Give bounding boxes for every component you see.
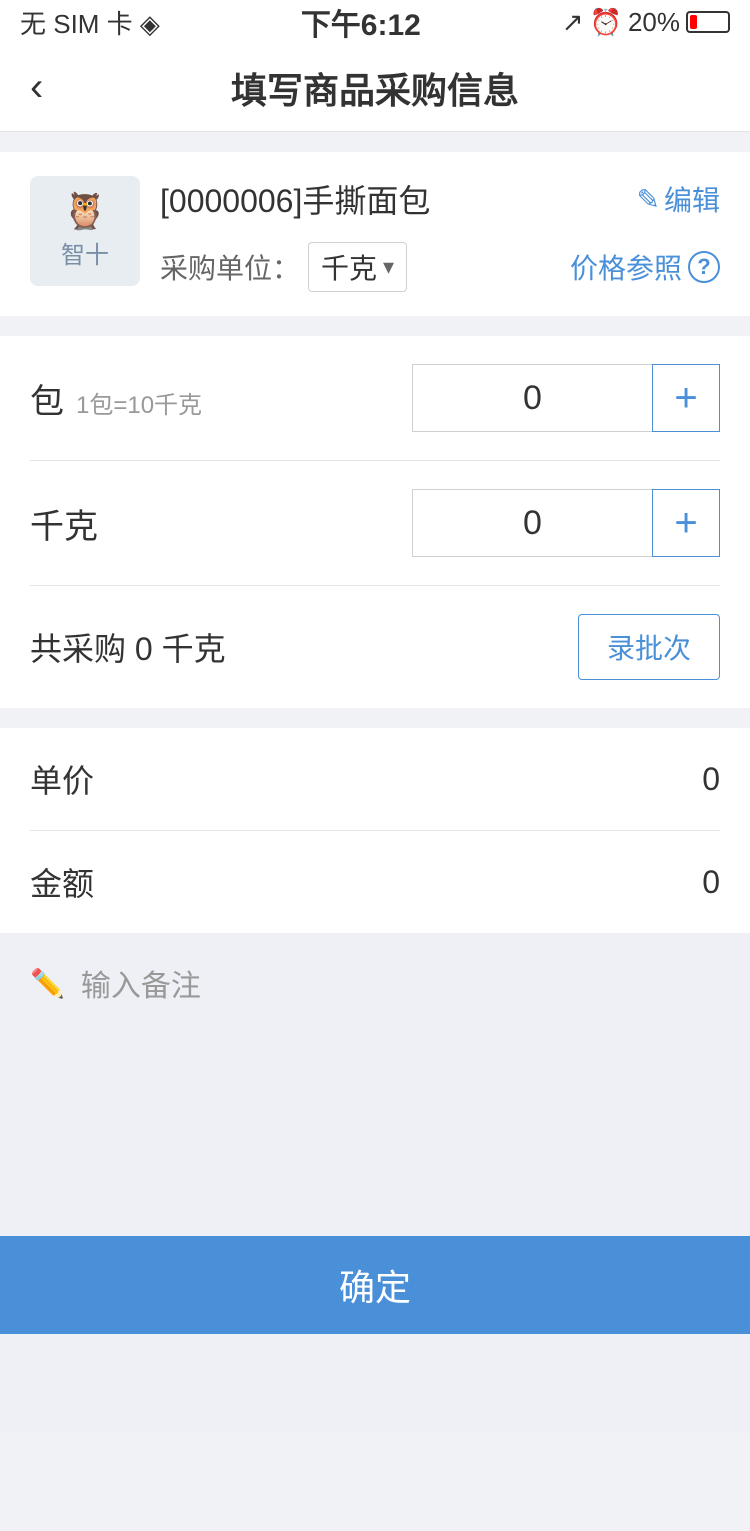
unit-price-row: 单价 0 [0,728,750,830]
package-qty-input[interactable] [412,364,652,432]
amount-label: 金额 [30,859,94,905]
kg-label: 千克 [30,499,98,548]
edit-icon: ✎ [637,183,660,216]
unit-label: 采购单位： [160,247,300,287]
product-info: [0000006]手撕面包 ✎ 编辑 采购单位： 千克 ▾ 价格参照 ? [160,176,720,292]
nav-bar: ‹ 填写商品采购信息 [0,44,750,132]
record-batch-button[interactable]: 录批次 [578,614,720,680]
kg-input-control: + [412,489,720,557]
alarm-icon: ⏰ [590,7,622,38]
kg-qty-input[interactable] [412,489,652,557]
product-full-name: [0000006]手撕面包 [160,176,430,222]
status-bar: 无 SIM 卡 ◈ 下午6:12 ↗ ⏰ 20% [0,0,750,44]
dropdown-icon: ▾ [383,254,394,280]
package-row: 包 1包=10千克 + [0,336,750,460]
battery-icon [686,11,730,33]
edit-button[interactable]: ✎ 编辑 [637,179,720,219]
kg-plus-button[interactable]: + [652,489,720,557]
product-card: 🦉智十 [0000006]手撕面包 ✎ 编辑 采购单位： 千克 ▾ [0,152,750,316]
package-input-control: + [412,364,720,432]
price-section: 单价 0 金额 0 [0,728,750,933]
back-button[interactable]: ‹ [20,55,53,120]
top-separator [0,132,750,152]
confirm-bar[interactable]: 确定 [0,1236,750,1334]
confirm-button-label: 确定 [339,1259,411,1311]
unit-price-label: 单价 [30,756,94,802]
empty-content [0,1033,750,1433]
note-placeholder: 输入备注 [81,961,201,1005]
unit-select[interactable]: 千克 ▾ [308,242,407,292]
total-row: 共采购 0 千克 录批次 [0,586,750,708]
mid-separator-2 [0,708,750,728]
kg-row: 千克 + [0,461,750,585]
amount-value: 0 [702,864,720,901]
price-ref-label: 价格参照 [570,247,682,287]
unit-value: 千克 [321,247,377,287]
package-sub-label: 1包=10千克 [76,385,202,420]
package-plus-button[interactable]: + [652,364,720,432]
amount-row: 金额 0 [0,831,750,933]
status-time: 下午6:12 [301,0,421,44]
product-unit-row: 采购单位： 千克 ▾ 价格参照 ? [160,242,720,292]
page-title: 填写商品采购信息 [231,62,519,114]
price-ref-icon: ? [688,251,720,283]
location-icon: ↗ [562,7,584,38]
package-label: 包 1包=10千克 [30,374,202,423]
total-amount: 0 [135,631,153,667]
unit-price-value: 0 [702,761,720,798]
note-section[interactable]: ✏️ 输入备注 [0,933,750,1033]
product-name-row: [0000006]手撕面包 ✎ 编辑 [160,176,720,222]
sim-text: 无 SIM 卡 ◈ [20,4,160,41]
status-right: ↗ ⏰ 20% [562,7,730,38]
status-left: 无 SIM 卡 ◈ [20,4,160,41]
battery-percent: 20% [628,7,680,38]
mid-separator-1 [0,316,750,336]
product-logo: 🦉智十 [61,191,109,270]
total-text: 共采购 0 千克 [30,624,226,670]
edit-label: 编辑 [664,179,720,219]
note-icon: ✏️ [30,967,65,1000]
product-image: 🦉智十 [30,176,140,286]
price-ref-button[interactable]: 价格参照 ? [570,247,720,287]
input-section: 包 1包=10千克 + 千克 + 共采购 0 [0,336,750,708]
